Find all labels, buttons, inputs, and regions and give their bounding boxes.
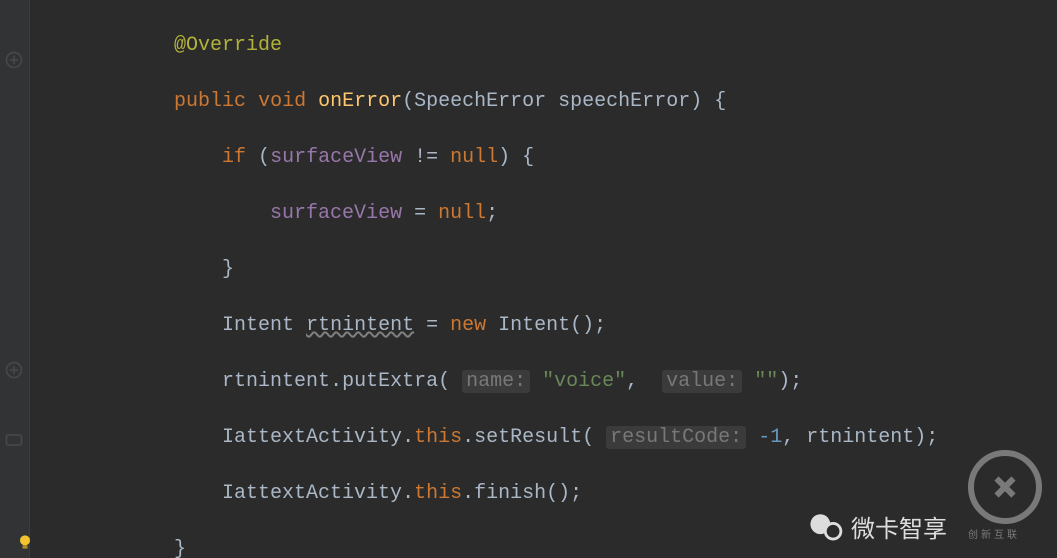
type: SpeechError	[414, 90, 546, 113]
keyword-if: if	[222, 146, 246, 169]
local-var: rtnintent	[222, 370, 330, 393]
gutter-override-marker-icon	[4, 360, 24, 380]
method-call: putExtra	[342, 370, 438, 393]
local-var: rtnintent	[806, 426, 914, 449]
param: speechError	[558, 90, 690, 113]
operator: !=	[414, 146, 438, 169]
string-literal: ""	[754, 370, 778, 393]
field: surfaceView	[270, 146, 402, 169]
code-editor[interactable]: @Override public void onError(SpeechErro…	[30, 0, 1057, 558]
keyword-new: new	[450, 314, 486, 337]
method-call: setResult	[474, 426, 582, 449]
inlay-hint: value:	[662, 370, 742, 393]
gear-icon	[968, 450, 1042, 524]
inlay-hint: name:	[462, 370, 530, 393]
editor-gutter	[0, 0, 30, 558]
field: surfaceView	[270, 202, 402, 225]
keyword-null: null	[438, 202, 486, 225]
keyword-public: public	[174, 90, 246, 113]
keyword-null: null	[450, 146, 498, 169]
class-ref: IattextActivity	[222, 426, 402, 449]
type: Intent	[222, 314, 294, 337]
watermark-primary: 微卡智享	[809, 509, 947, 544]
method-name: onError	[318, 90, 402, 113]
annotation: @Override	[174, 34, 282, 57]
inlay-hint: resultCode:	[606, 426, 746, 449]
gutter-fold-icon[interactable]	[4, 430, 24, 450]
wechat-icon	[809, 510, 843, 544]
class-ref: IattextActivity	[222, 482, 402, 505]
watermark-text: 微卡智享	[851, 509, 947, 544]
type: Intent	[498, 314, 570, 337]
local-var: rtnintent	[306, 314, 414, 337]
watermark-text2: 创新互联	[968, 526, 1042, 541]
gutter-override-marker-icon	[4, 50, 24, 70]
keyword-void: void	[258, 90, 306, 113]
keyword-this: this	[414, 426, 462, 449]
method-call: finish	[474, 482, 546, 505]
keyword-this: this	[414, 482, 462, 505]
string-literal: "voice"	[542, 370, 626, 393]
number-literal: -1	[758, 426, 782, 449]
watermark-secondary: 创新互联	[968, 450, 1042, 524]
